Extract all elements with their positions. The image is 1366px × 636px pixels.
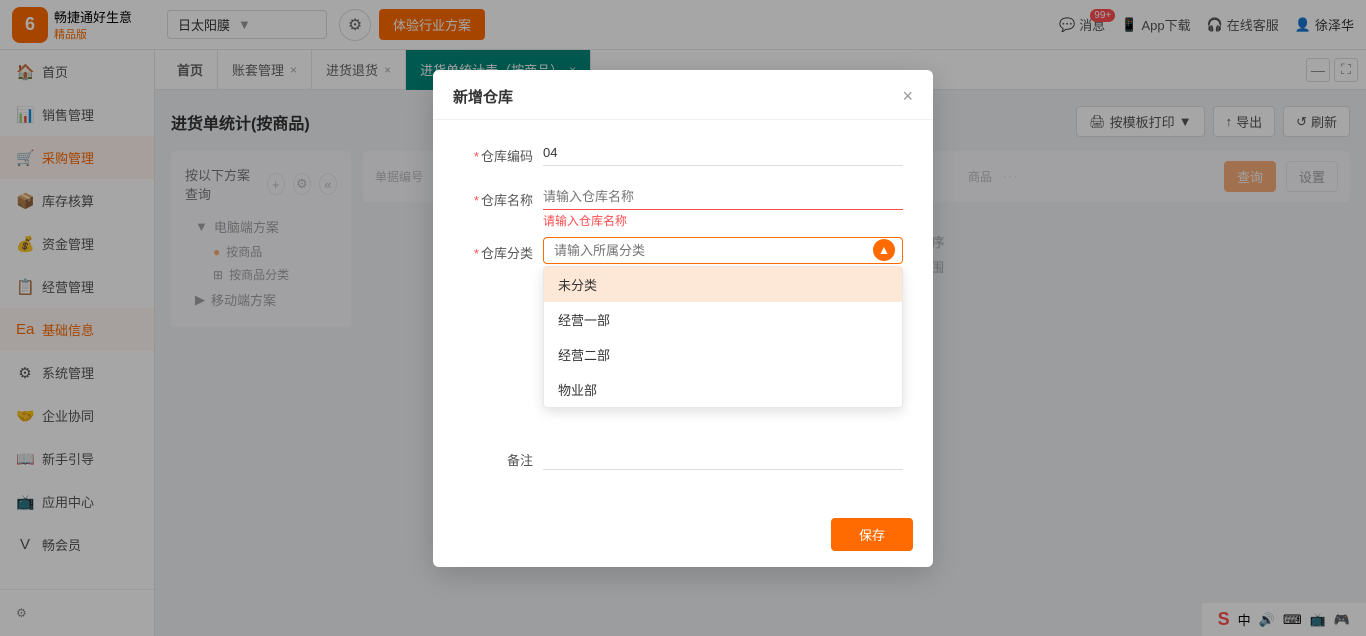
name-input[interactable]	[543, 184, 903, 210]
note-label: 备注	[463, 444, 543, 469]
code-row: 仓库编码	[463, 140, 903, 166]
classify-dropdown: 未分类 经营一部 经营二部 物业部	[543, 266, 903, 408]
dropdown-item-dept2[interactable]: 经营二部	[544, 337, 902, 372]
modal-overlay[interactable]: 新增仓库 × 仓库编码 仓库名称 请输入仓库名称	[0, 0, 1366, 636]
modal-body: 仓库编码 仓库名称 请输入仓库名称 仓库分类	[433, 120, 933, 508]
modal-close-button[interactable]: ×	[902, 86, 913, 107]
classify-input[interactable]	[543, 237, 903, 264]
modal-title: 新增仓库	[453, 86, 513, 107]
modal-footer: 保存	[433, 508, 933, 567]
name-row: 仓库名称 请输入仓库名称	[463, 184, 903, 229]
name-input-wrap	[543, 184, 903, 210]
classify-arrow-icon[interactable]: ▲	[873, 239, 895, 261]
name-label: 仓库名称	[463, 184, 543, 209]
classify-label: 仓库分类	[463, 237, 543, 262]
classify-wrap: ▲	[543, 237, 903, 264]
classify-row: 仓库分类 ▲ 未分类 经营一部 经营二部 物业部	[463, 237, 903, 264]
code-label: 仓库编码	[463, 140, 543, 165]
modal-header: 新增仓库 ×	[433, 70, 933, 120]
note-input[interactable]	[543, 444, 903, 470]
dropdown-item-unclassified[interactable]: 未分类	[544, 267, 902, 302]
dropdown-item-dept1[interactable]: 经营一部	[544, 302, 902, 337]
save-button[interactable]: 保存	[831, 518, 913, 551]
add-warehouse-modal: 新增仓库 × 仓库编码 仓库名称 请输入仓库名称	[433, 70, 933, 567]
name-error-msg: 请输入仓库名称	[543, 212, 627, 229]
code-input[interactable]	[543, 140, 903, 166]
dropdown-item-dept3[interactable]: 物业部	[544, 372, 902, 407]
note-row: 备注	[463, 444, 903, 470]
